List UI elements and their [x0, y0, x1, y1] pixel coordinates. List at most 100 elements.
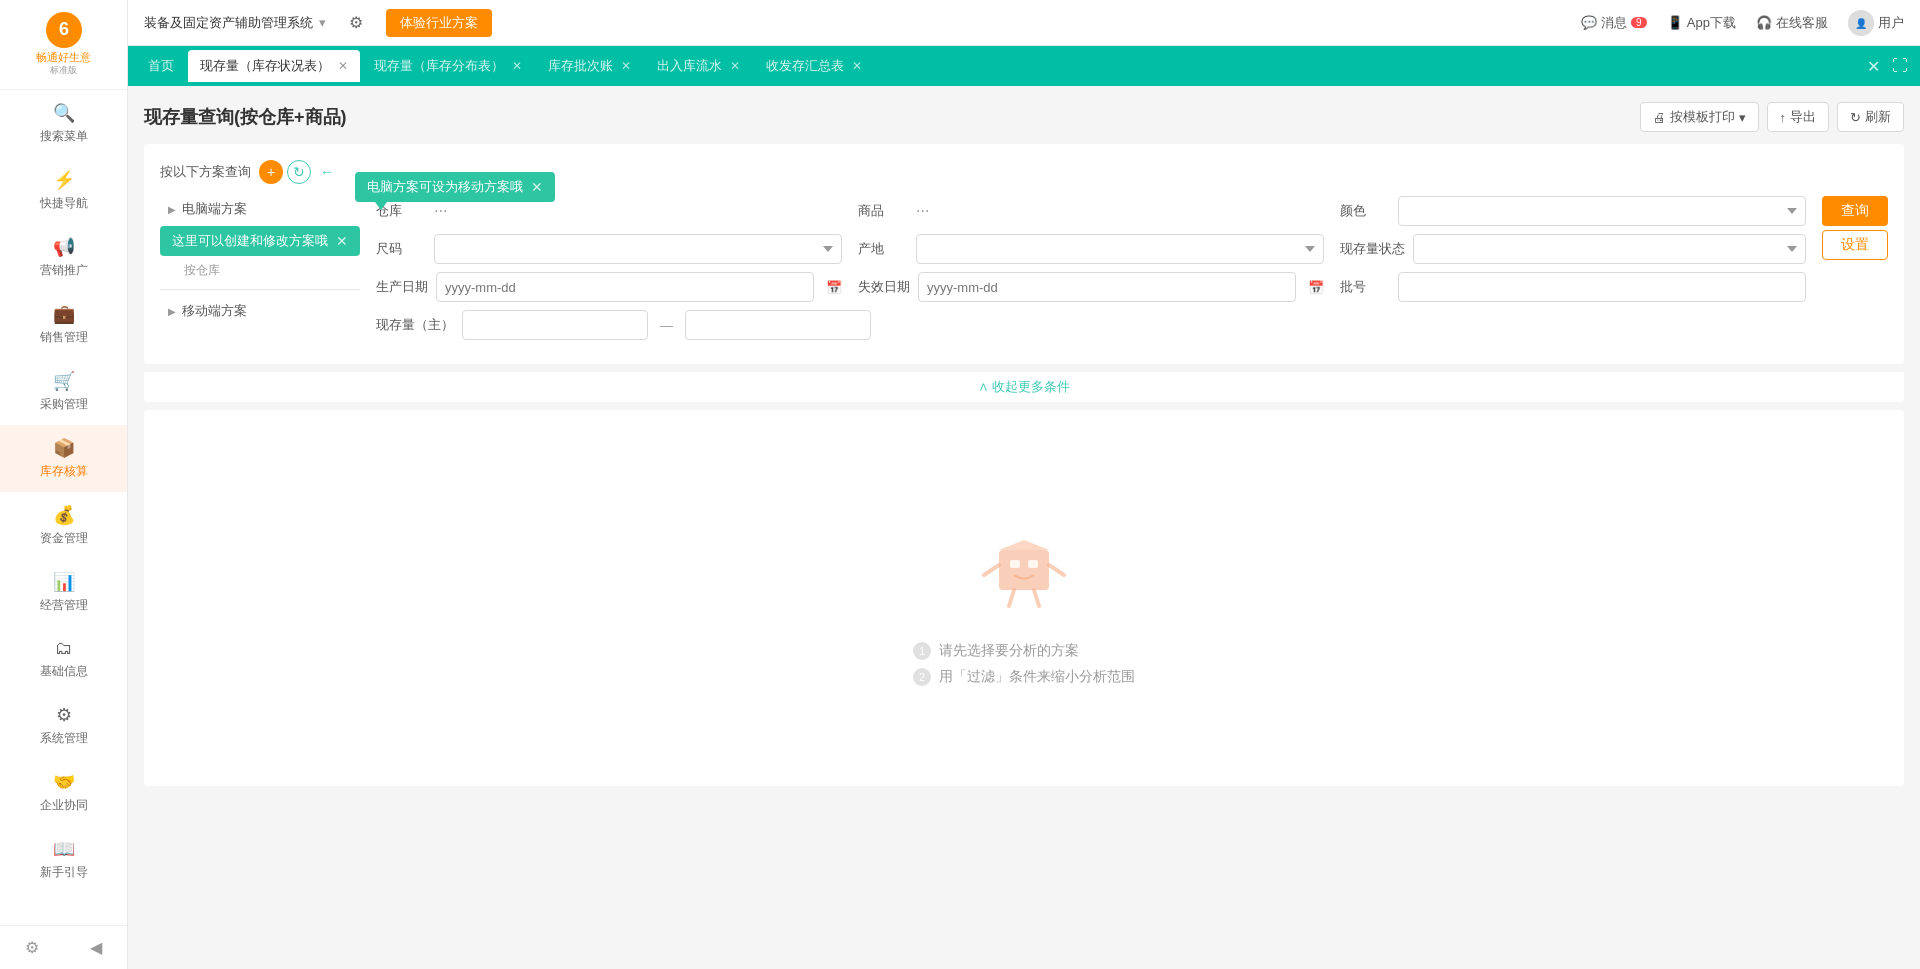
- tooltip1-text: 电脑方案可设为移动方案哦: [367, 178, 523, 196]
- tab-flow[interactable]: 出入库流水 ✕: [645, 50, 752, 82]
- tab-batch-close[interactable]: ✕: [621, 59, 631, 73]
- sidebar-settings-btn[interactable]: ⚙: [17, 934, 47, 961]
- sidebar-item-purchase[interactable]: 🛒 采购管理: [0, 358, 127, 425]
- avatar-icon: 👤: [1848, 10, 1874, 36]
- sidebar-collapse-btn[interactable]: ◀: [82, 934, 110, 961]
- refresh-button[interactable]: ↻ 刷新: [1837, 102, 1904, 132]
- app-download-area[interactable]: 📱 App下载: [1667, 14, 1736, 32]
- sidebar-item-system[interactable]: ⚙ 系统管理: [0, 692, 127, 759]
- empty-state-illustration: [974, 510, 1074, 610]
- filter-row-4: 现存量（主） —: [376, 310, 1806, 340]
- sidebar-item-marketing[interactable]: 📢 营销推广: [0, 224, 127, 291]
- stock-main-to-input[interactable]: [685, 310, 871, 340]
- filter-icon-btns: + ↻ ←: [259, 160, 339, 184]
- scheme-item-mobile[interactable]: ▶ 移动端方案: [160, 298, 360, 324]
- tab-summary[interactable]: 收发存汇总表 ✕: [754, 50, 874, 82]
- sidebar: 6 畅通好生意 标准版 🔍 搜索菜单 ⚡ 快捷导航 📢 营销推广 💼 销售管理 …: [0, 0, 128, 969]
- empty-step-1: 1 请先选择要分析的方案: [913, 642, 1135, 660]
- expiry-date-input[interactable]: [918, 272, 1296, 302]
- origin-label: 产地: [858, 240, 908, 258]
- scheme-panel: ▶ 电脑端方案 这里可以创建和修改方案哦 ✕ 按仓库 ▶ 移动端方案: [160, 196, 360, 348]
- svg-rect-6: [1028, 560, 1038, 568]
- sidebar-item-enterprise[interactable]: 🤝 企业协同: [0, 759, 127, 826]
- print-icon: 🖨: [1653, 110, 1666, 125]
- system-nav-icon: ⚙: [56, 704, 72, 726]
- sidebar-item-operation-label: 经营管理: [40, 597, 88, 614]
- logo-text: 畅通好生意: [36, 50, 91, 64]
- sidebar-item-search[interactable]: 🔍 搜索菜单: [0, 90, 127, 157]
- tab-inventory-status-label: 现存量（库存状况表）: [200, 57, 330, 75]
- sidebar-item-finance[interactable]: 💰 资金管理: [0, 492, 127, 559]
- tooltip1-arrow: [375, 202, 387, 210]
- header-settings-button[interactable]: ⚙: [342, 9, 370, 37]
- tooltip2-close-btn[interactable]: ✕: [336, 233, 348, 249]
- industry-solution-button[interactable]: 体验行业方案: [386, 9, 492, 37]
- collapse-bar[interactable]: ∧ 收起更多条件: [144, 372, 1904, 402]
- cycle-icon: ↻: [293, 164, 305, 180]
- batch-label: 批号: [1340, 278, 1390, 296]
- origin-select[interactable]: [916, 234, 1324, 264]
- print-button[interactable]: 🖨 按模板打印 ▾: [1640, 102, 1759, 132]
- tab-summary-close[interactable]: ✕: [852, 59, 862, 73]
- sidebar-footer: ⚙ ◀: [0, 925, 127, 969]
- logo-area: 6 畅通好生意 标准版: [0, 0, 127, 90]
- print-dropdown-icon: ▾: [1739, 110, 1746, 125]
- filter-row-2: 尺码 产地 现存量状态: [376, 234, 1806, 264]
- warehouse-dots[interactable]: ···: [434, 202, 447, 220]
- production-date-input[interactable]: [436, 272, 814, 302]
- production-date-calendar-icon[interactable]: 📅: [826, 280, 842, 295]
- sidebar-item-newbie-label: 新手引导: [40, 864, 88, 881]
- tab-maximize-btn[interactable]: ⛶: [1888, 53, 1912, 80]
- filter-row-1: 仓库 ··· 商品 ··· 颜色: [376, 196, 1806, 226]
- tab-close-all-btn[interactable]: ✕: [1863, 53, 1884, 80]
- sidebar-item-shortcut[interactable]: ⚡ 快捷导航: [0, 157, 127, 224]
- empty-step-2: 2 用「过滤」条件来缩小分析范围: [913, 668, 1135, 686]
- sidebar-item-marketing-label: 营销推广: [40, 262, 88, 279]
- svg-line-7: [984, 565, 999, 575]
- user-area[interactable]: 👤 用户: [1848, 10, 1904, 36]
- tooltip2-text: 这里可以创建和修改方案哦: [172, 232, 328, 250]
- expiry-date-calendar-icon[interactable]: 📅: [1308, 280, 1324, 295]
- tab-home[interactable]: 首页: [136, 50, 186, 82]
- online-support-area[interactable]: 🎧 在线客服: [1756, 14, 1828, 32]
- empty-state: 1 请先选择要分析的方案 2 用「过滤」条件来缩小分析范围: [144, 450, 1904, 746]
- back-icon: ←: [320, 164, 334, 180]
- filter-actions: 查询 设置: [1822, 196, 1888, 348]
- tooltip1-close-btn[interactable]: ✕: [531, 179, 543, 195]
- filter-header: 按以下方案查询 + ↻ ← 电脑方案可设为移动方案哦: [160, 160, 1888, 184]
- size-select[interactable]: [434, 234, 842, 264]
- sidebar-item-newbie[interactable]: 📖 新手引导: [0, 826, 127, 893]
- sidebar-item-inventory[interactable]: 📦 库存核算: [0, 425, 127, 492]
- back-btn[interactable]: ←: [315, 160, 339, 184]
- sidebar-item-basic[interactable]: 🗂 基础信息: [0, 626, 127, 692]
- tab-inventory-status-close[interactable]: ✕: [338, 59, 348, 73]
- stock-main-label: 现存量（主）: [376, 316, 454, 334]
- print-label: 按模板打印: [1670, 108, 1735, 126]
- goods-dots[interactable]: ···: [916, 202, 929, 220]
- headset-icon: 🎧: [1756, 15, 1772, 30]
- query-button[interactable]: 查询: [1822, 196, 1888, 226]
- batch-input[interactable]: [1398, 272, 1806, 302]
- export-button[interactable]: ↑ 导出: [1767, 102, 1830, 132]
- filter-goods: 商品 ···: [858, 196, 1324, 226]
- color-select[interactable]: [1398, 196, 1806, 226]
- stock-main-from-input[interactable]: [462, 310, 648, 340]
- sidebar-item-basic-label: 基础信息: [40, 663, 88, 680]
- tab-inventory-status[interactable]: 现存量（库存状况表） ✕: [188, 50, 360, 82]
- sidebar-item-shortcut-label: 快捷导航: [40, 195, 88, 212]
- mobile-icon: 📱: [1667, 15, 1683, 30]
- notification-area[interactable]: 💬 消息 9: [1581, 14, 1647, 32]
- scheme-item-desktop[interactable]: ▶ 电脑端方案: [160, 196, 360, 222]
- cycle-scheme-btn[interactable]: ↻: [287, 160, 311, 184]
- sidebar-item-sales[interactable]: 💼 销售管理: [0, 291, 127, 358]
- reset-button[interactable]: 设置: [1822, 230, 1888, 260]
- notification-icon: 💬: [1581, 15, 1597, 30]
- tab-flow-close[interactable]: ✕: [730, 59, 740, 73]
- add-scheme-btn[interactable]: +: [259, 160, 283, 184]
- tab-inventory-dist[interactable]: 现存量（库存分布表） ✕: [362, 50, 534, 82]
- online-support-label: 在线客服: [1776, 14, 1828, 32]
- stock-status-select[interactable]: [1413, 234, 1806, 264]
- tab-batch[interactable]: 库存批次账 ✕: [536, 50, 643, 82]
- tab-inventory-dist-close[interactable]: ✕: [512, 59, 522, 73]
- sidebar-item-operation[interactable]: 📊 经营管理: [0, 559, 127, 626]
